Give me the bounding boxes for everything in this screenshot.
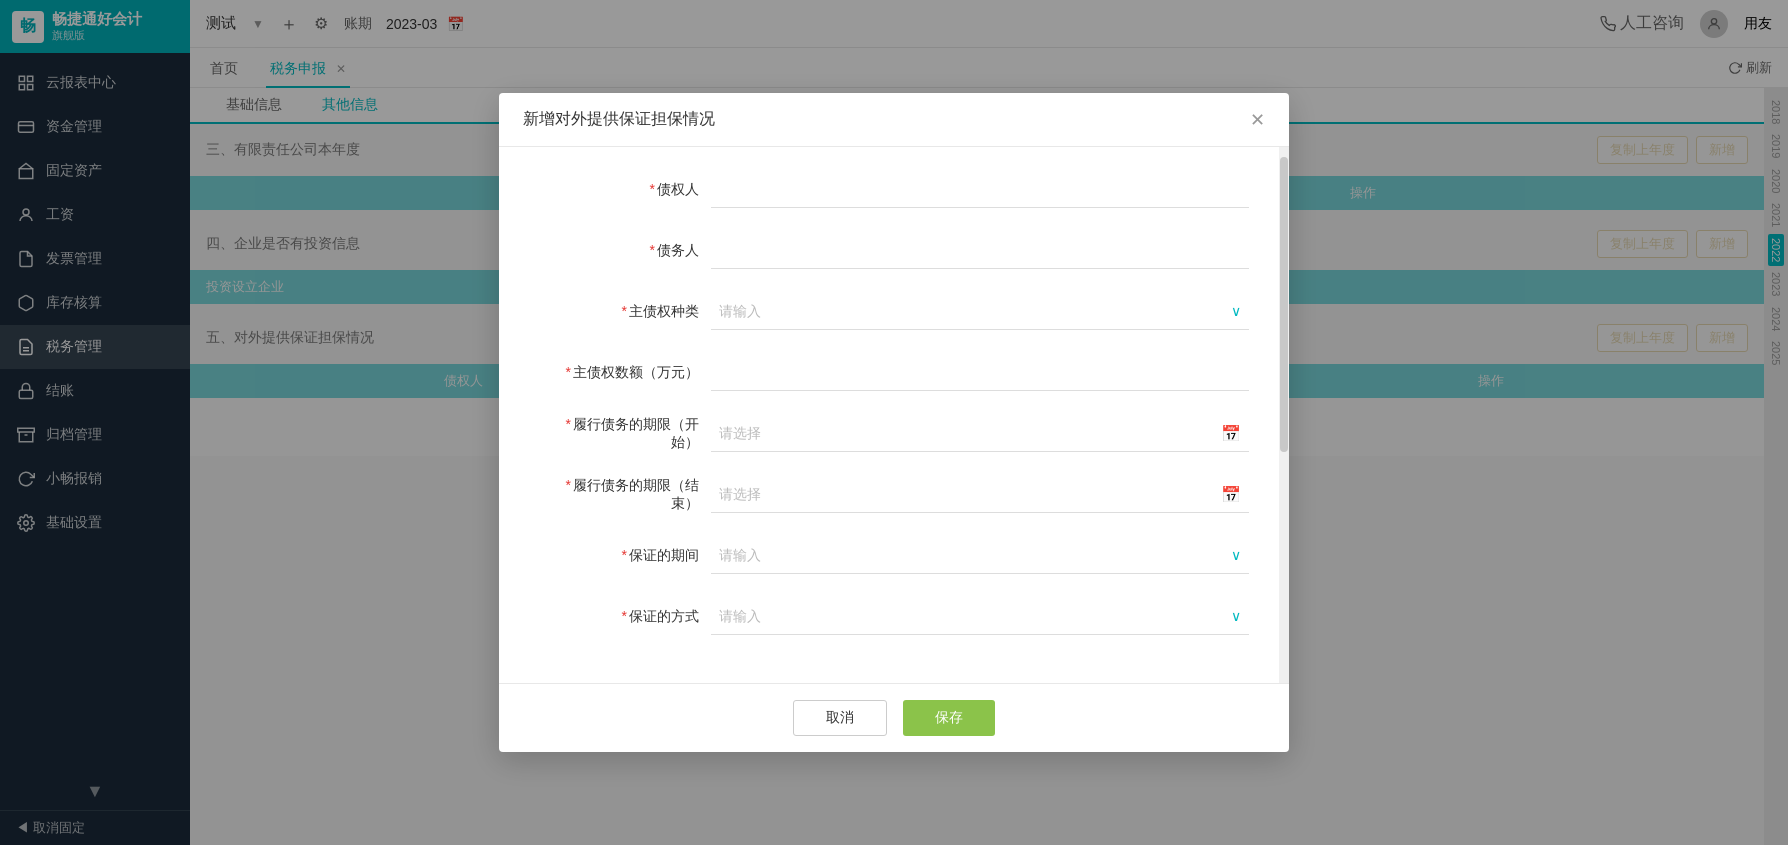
debt-type-label: *主债权种类 [539,303,699,321]
guarantee-method-dropdown-icon[interactable]: ∨ [1223,608,1249,624]
debt-type-dropdown-icon[interactable]: ∨ [1223,303,1249,319]
modal-header: 新增对外提供保证担保情况 ✕ [499,93,1289,147]
modal-scrollbar-track [1279,147,1289,683]
cancel-button[interactable]: 取消 [793,700,887,736]
period-start-calendar-icon[interactable]: 📅 [1213,424,1249,443]
period-start-label: *履行债务的期限（开始） [539,416,699,452]
guarantee-period-input-wrap[interactable]: ∨ [711,537,1249,574]
debtor-input[interactable] [711,232,1249,268]
modal-footer: 取消 保存 [499,683,1289,752]
guarantee-period-input[interactable] [711,537,1223,573]
form-group-period-end: *履行债务的期限（结束） 📅 [539,476,1249,513]
modal-close-button[interactable]: ✕ [1250,111,1265,129]
period-start-input[interactable] [711,415,1213,451]
form-group-creditor: *债权人 [539,171,1249,208]
debt-amount-input-wrap [711,354,1249,391]
modal-scrollbar-thumb[interactable] [1280,157,1288,452]
save-button[interactable]: 保存 [903,700,995,736]
form-group-guarantee-period: *保证的期间 ∨ [539,537,1249,574]
modal-overlay: 新增对外提供保证担保情况 ✕ *债权人 *债务人 [0,0,1788,845]
debtor-input-wrap [711,232,1249,269]
creditor-label: *债权人 [539,181,699,199]
guarantee-method-label: *保证的方式 [539,608,699,626]
period-end-input[interactable] [711,476,1213,512]
debt-amount-input[interactable] [711,354,1249,390]
period-end-input-wrap[interactable]: 📅 [711,476,1249,513]
debt-type-input-wrap[interactable]: ∨ [711,293,1249,330]
modal-body: *债权人 *债务人 *主债权种类 [499,147,1289,683]
guarantee-method-input[interactable] [711,598,1223,634]
debt-amount-label: *主债权数额（万元） [539,364,699,382]
modal-title: 新增对外提供保证担保情况 [523,109,715,130]
creditor-input-wrap [711,171,1249,208]
form-group-guarantee-method: *保证的方式 ∨ [539,598,1249,635]
guarantee-method-input-wrap[interactable]: ∨ [711,598,1249,635]
debt-type-input[interactable] [711,293,1223,329]
period-end-calendar-icon[interactable]: 📅 [1213,485,1249,504]
modal-dialog: 新增对外提供保证担保情况 ✕ *债权人 *债务人 [499,93,1289,752]
form-group-debtor: *债务人 [539,232,1249,269]
period-start-input-wrap[interactable]: 📅 [711,415,1249,452]
debtor-label: *债务人 [539,242,699,260]
creditor-input[interactable] [711,171,1249,207]
guarantee-period-dropdown-icon[interactable]: ∨ [1223,547,1249,563]
guarantee-period-label: *保证的期间 [539,547,699,565]
form-group-debt-amount: *主债权数额（万元） [539,354,1249,391]
period-end-label: *履行债务的期限（结束） [539,477,699,513]
form-group-debt-type: *主债权种类 ∨ [539,293,1249,330]
form-group-period-start: *履行债务的期限（开始） 📅 [539,415,1249,452]
